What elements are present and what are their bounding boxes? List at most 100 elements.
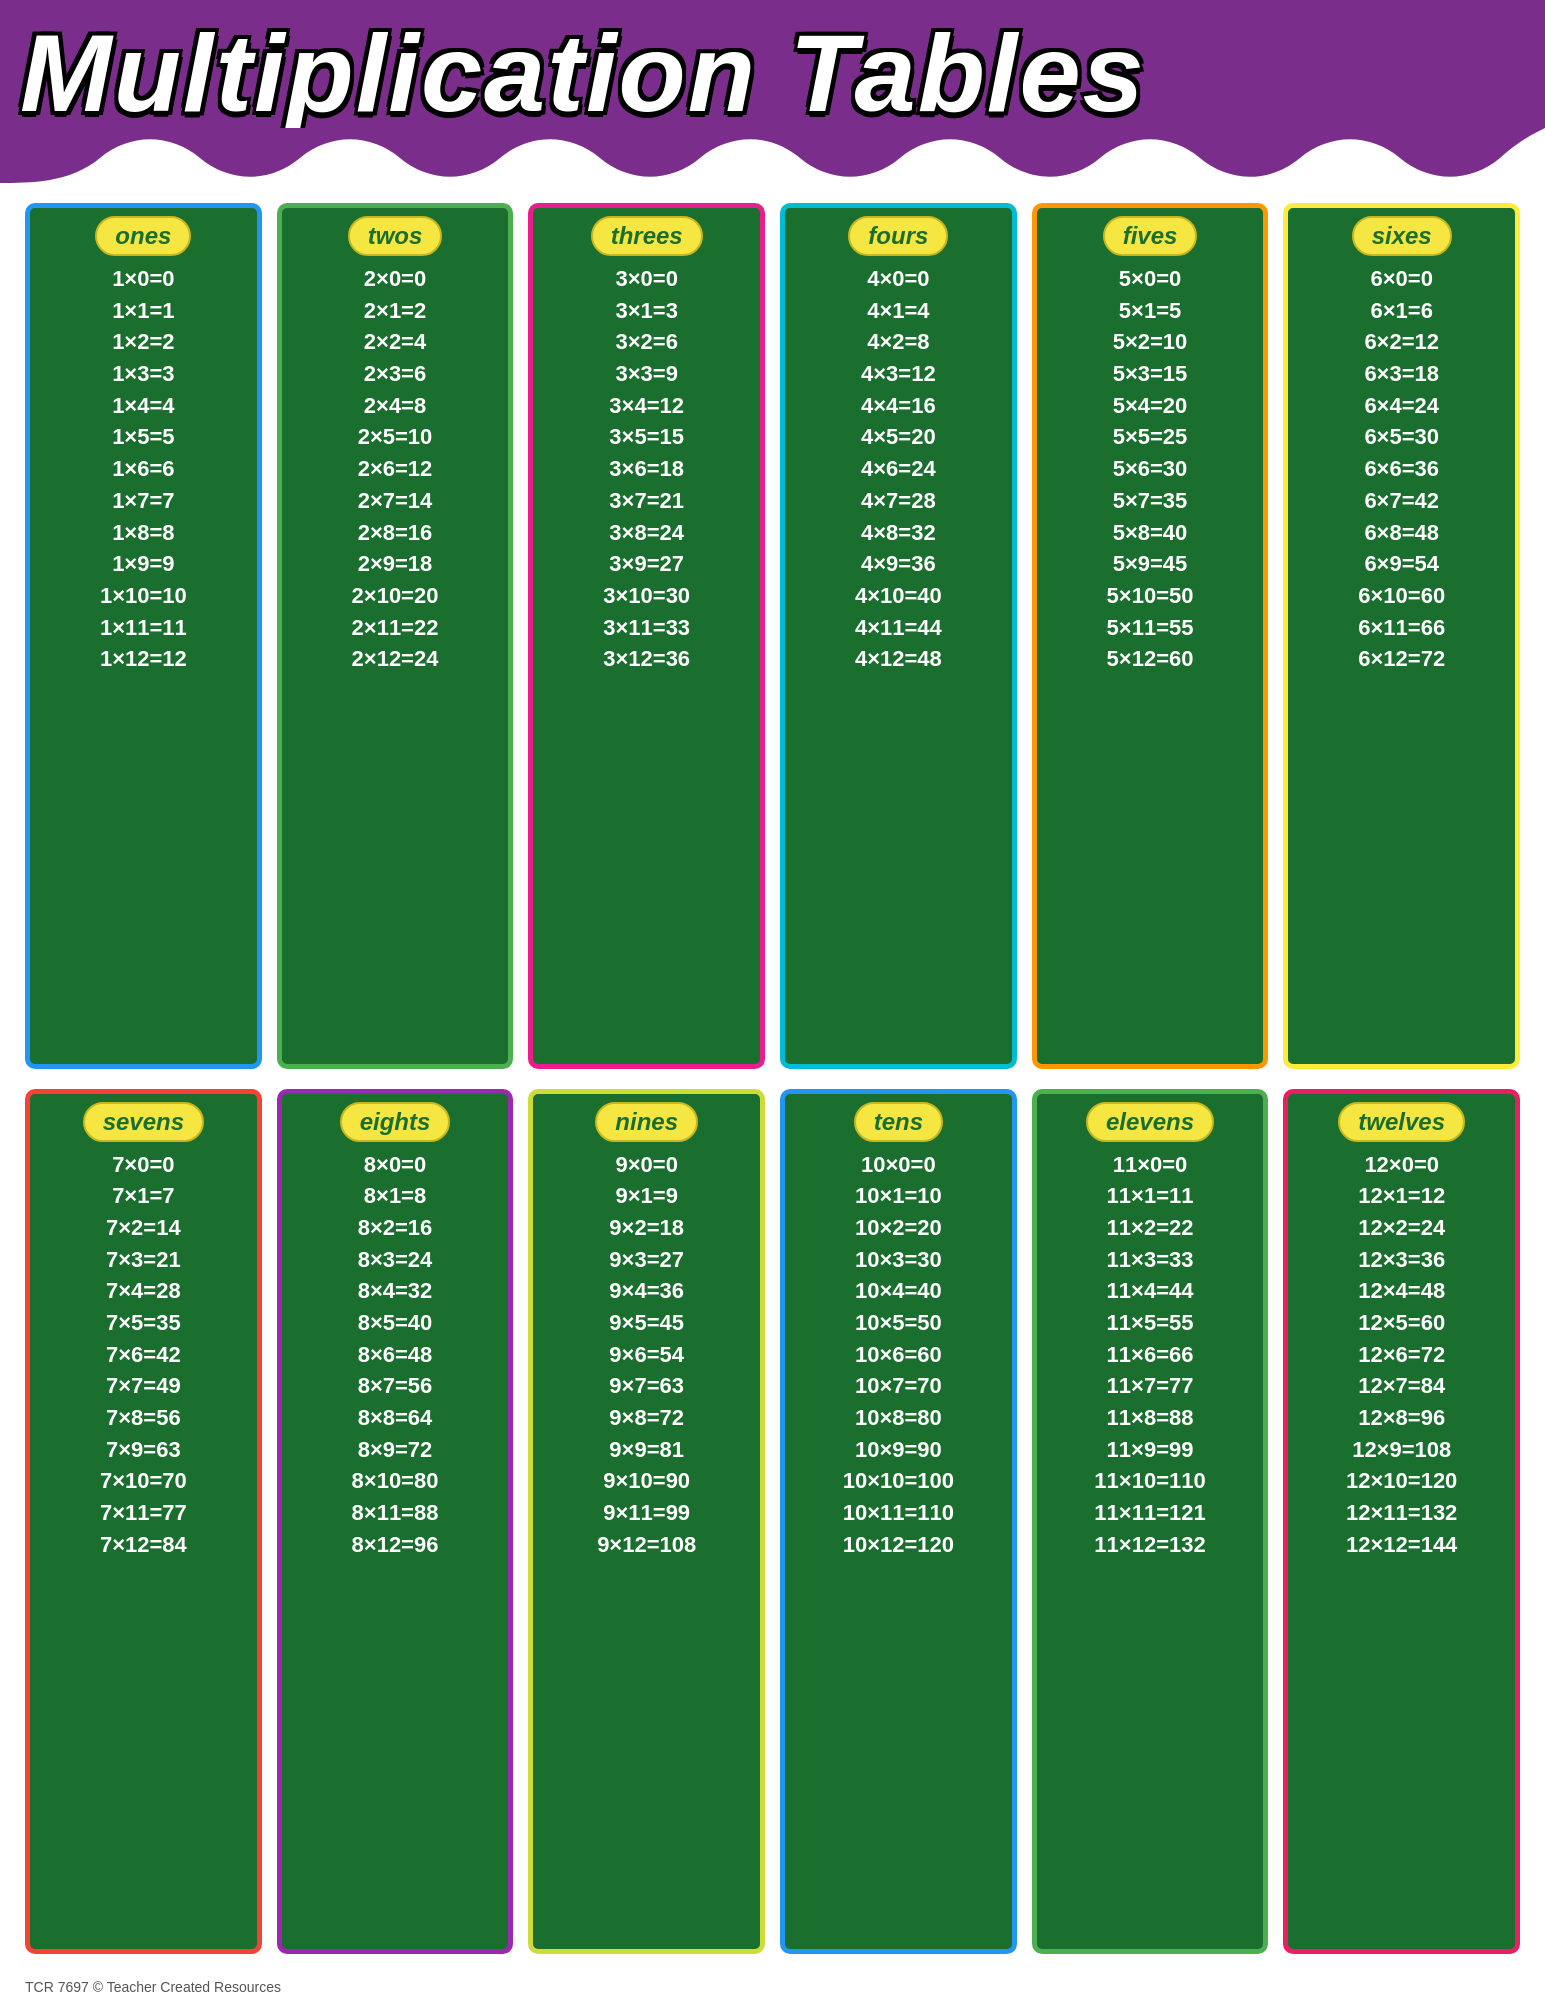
equation-sevens-5: 7×5=35 <box>106 1308 181 1338</box>
equations-sixes: 6×0=06×1=66×2=126×3=186×4=246×5=306×6=36… <box>1294 264 1509 674</box>
equation-eights-0: 8×0=0 <box>364 1150 426 1180</box>
equation-twos-8: 2×8=16 <box>358 518 433 548</box>
equation-elevens-6: 11×6=66 <box>1107 1340 1194 1370</box>
equations-fives: 5×0=05×1=55×2=105×3=155×4=205×5=255×6=30… <box>1043 264 1258 674</box>
equations-nines: 9×0=09×1=99×2=189×3=279×4=369×5=459×6=54… <box>539 1150 754 1560</box>
table-card-sixes: sixes 6×0=06×1=66×2=126×3=186×4=246×5=306… <box>1283 203 1520 1069</box>
table-label-tens: tens <box>854 1102 943 1142</box>
equation-threes-8: 3×8=24 <box>609 518 684 548</box>
equation-sevens-8: 7×8=56 <box>106 1403 181 1433</box>
equation-threes-4: 3×4=12 <box>609 391 684 421</box>
wave-separator <box>0 128 1545 183</box>
equation-sixes-8: 6×8=48 <box>1364 518 1439 548</box>
equation-sixes-7: 6×7=42 <box>1364 486 1439 516</box>
equation-ones-3: 1×3=3 <box>112 359 174 389</box>
equation-nines-1: 9×1=9 <box>615 1181 677 1211</box>
table-label-elevens: elevens <box>1086 1102 1214 1142</box>
equation-ones-2: 1×2=2 <box>112 327 174 357</box>
equation-nines-7: 9×7=63 <box>609 1371 684 1401</box>
equation-fives-2: 5×2=10 <box>1113 327 1188 357</box>
equations-twelves: 12×0=012×1=1212×2=2412×3=3612×4=4812×5=6… <box>1294 1150 1509 1560</box>
equations-eights: 8×0=08×1=88×2=168×3=248×4=328×5=408×6=48… <box>288 1150 503 1560</box>
equation-ones-12: 1×12=12 <box>100 644 187 674</box>
equation-nines-4: 9×4=36 <box>609 1276 684 1306</box>
equation-fours-10: 4×10=40 <box>855 581 942 611</box>
equation-fours-7: 4×7=28 <box>861 486 936 516</box>
equation-tens-12: 10×12=120 <box>843 1530 954 1560</box>
equation-twelves-8: 12×8=96 <box>1358 1403 1445 1433</box>
table-label-sixes: sixes <box>1352 216 1452 256</box>
equation-sevens-2: 7×2=14 <box>106 1213 181 1243</box>
equation-tens-11: 10×11=110 <box>843 1498 954 1528</box>
header: Multiplication Tables <box>0 0 1545 128</box>
equation-fours-0: 4×0=0 <box>867 264 929 294</box>
equation-elevens-0: 11×0=0 <box>1113 1150 1188 1180</box>
table-label-fives: fives <box>1103 216 1198 256</box>
equation-sixes-3: 6×3=18 <box>1364 359 1439 389</box>
equations-threes: 3×0=03×1=33×2=63×3=93×4=123×5=153×6=183×… <box>539 264 754 674</box>
equation-nines-8: 9×8=72 <box>609 1403 684 1433</box>
equation-eights-11: 8×11=88 <box>352 1498 439 1528</box>
table-label-sevens: sevens <box>83 1102 204 1142</box>
equation-ones-7: 1×7=7 <box>112 486 174 516</box>
equation-tens-0: 10×0=0 <box>861 1150 936 1180</box>
equation-twelves-5: 12×5=60 <box>1358 1308 1445 1338</box>
equation-threes-11: 3×11=33 <box>603 613 690 643</box>
equation-nines-12: 9×12=108 <box>597 1530 696 1560</box>
equation-sevens-0: 7×0=0 <box>112 1150 174 1180</box>
equation-tens-4: 10×4=40 <box>855 1276 942 1306</box>
equation-eights-12: 8×12=96 <box>352 1530 439 1560</box>
table-label-nines: nines <box>595 1102 698 1142</box>
equation-sixes-6: 6×6=36 <box>1364 454 1439 484</box>
equation-twelves-3: 12×3=36 <box>1358 1245 1445 1275</box>
equation-fours-11: 4×11=44 <box>855 613 942 643</box>
equation-twelves-11: 12×11=132 <box>1346 1498 1457 1528</box>
table-card-ones: ones1×0=01×1=11×2=21×3=31×4=41×5=51×6=61… <box>25 203 262 1069</box>
equation-fours-4: 4×4=16 <box>861 391 936 421</box>
equation-threes-6: 3×6=18 <box>609 454 684 484</box>
equation-tens-5: 10×5=50 <box>855 1308 942 1338</box>
equation-twos-0: 2×0=0 <box>364 264 426 294</box>
equations-twos: 2×0=02×1=22×2=42×3=62×4=82×5=102×6=122×7… <box>288 264 503 674</box>
equation-twos-5: 2×5=10 <box>358 422 433 452</box>
equation-nines-3: 9×3=27 <box>609 1245 684 1275</box>
equation-eights-1: 8×1=8 <box>364 1181 426 1211</box>
equation-eights-4: 8×4=32 <box>358 1276 433 1306</box>
equation-sixes-1: 6×1=6 <box>1370 296 1432 326</box>
equation-eights-3: 8×3=24 <box>358 1245 433 1275</box>
equation-fives-10: 5×10=50 <box>1107 581 1194 611</box>
equation-sixes-5: 6×5=30 <box>1364 422 1439 452</box>
equation-elevens-8: 11×8=88 <box>1107 1403 1194 1433</box>
equation-eights-7: 8×7=56 <box>358 1371 433 1401</box>
equations-fours: 4×0=04×1=44×2=84×3=124×4=164×5=204×6=244… <box>791 264 1006 674</box>
equation-twos-4: 2×4=8 <box>364 391 426 421</box>
equation-twos-3: 2×3=6 <box>364 359 426 389</box>
equation-fours-3: 4×3=12 <box>861 359 936 389</box>
equations-tens: 10×0=010×1=1010×2=2010×3=3010×4=4010×5=5… <box>791 1150 1006 1560</box>
equation-twos-1: 2×1=2 <box>364 296 426 326</box>
equation-twelves-1: 12×1=12 <box>1358 1181 1445 1211</box>
equation-sevens-1: 7×1=7 <box>112 1181 174 1211</box>
tables-area: ones1×0=01×1=11×2=21×3=31×4=41×5=51×6=61… <box>0 183 1545 1974</box>
equation-ones-8: 1×8=8 <box>112 518 174 548</box>
equation-tens-7: 10×7=70 <box>855 1371 942 1401</box>
equation-sixes-11: 6×11=66 <box>1358 613 1445 643</box>
equation-nines-5: 9×5=45 <box>609 1308 684 1338</box>
equation-fours-12: 4×12=48 <box>855 644 942 674</box>
equation-tens-8: 10×8=80 <box>855 1403 942 1433</box>
equation-fours-1: 4×1=4 <box>867 296 929 326</box>
equation-twelves-12: 12×12=144 <box>1346 1530 1457 1560</box>
table-label-fours: fours <box>848 216 948 256</box>
equation-threes-0: 3×0=0 <box>615 264 677 294</box>
equation-fives-12: 5×12=60 <box>1107 644 1194 674</box>
equation-twos-12: 2×12=24 <box>352 644 439 674</box>
wave-svg <box>0 128 1545 183</box>
equation-eights-9: 8×9=72 <box>358 1435 433 1465</box>
equation-elevens-3: 11×3=33 <box>1107 1245 1194 1275</box>
equation-nines-0: 9×0=0 <box>615 1150 677 1180</box>
equation-fives-0: 5×0=0 <box>1119 264 1181 294</box>
table-label-eights: eights <box>340 1102 451 1142</box>
table-card-elevens: elevens11×0=011×1=1111×2=2211×3=3311×4=4… <box>1032 1089 1269 1955</box>
equation-fours-8: 4×8=32 <box>861 518 936 548</box>
equation-sevens-6: 7×6=42 <box>106 1340 181 1370</box>
